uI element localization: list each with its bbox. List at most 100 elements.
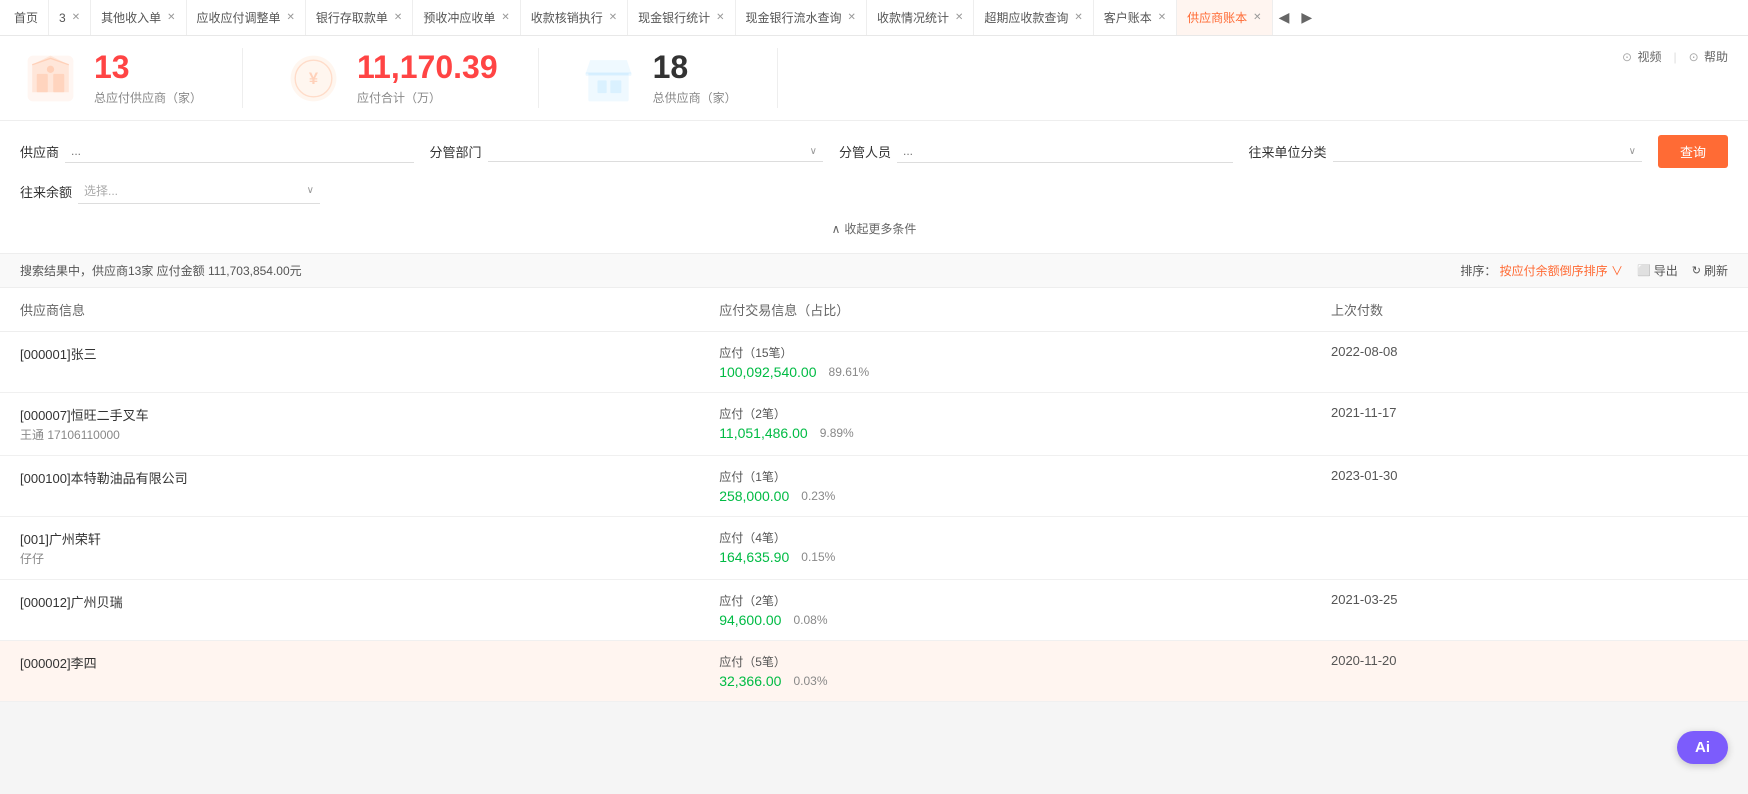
nav-label-ar-ap-adjust: 应收应付调整单 <box>197 9 281 26</box>
tx-amount[interactable]: 94,600.00 <box>719 612 781 628</box>
ai-button-container: Ai <box>1677 731 1728 764</box>
nav-close-receipt-stat[interactable]: ✕ <box>955 12 963 23</box>
balance-select-wrapper[interactable]: 选择... ∨ <box>78 178 320 204</box>
payable-amount-number: 11,170.39 <box>357 50 498 85</box>
filter-row-1: 供应商 分管部门 ∨ 分管人员 往来单位分类 ∨ 查询 <box>20 135 1728 168</box>
last-payment-date: 2020-11-20 <box>1331 653 1397 668</box>
tx-cell: 应付（1笔）258,000.000.23% <box>699 456 1311 517</box>
category-select-wrapper[interactable]: ∨ <box>1333 142 1642 162</box>
tx-amount[interactable]: 100,092,540.00 <box>719 364 816 380</box>
nav-item-other-income[interactable]: 其他收入单 ✕ <box>91 0 186 35</box>
nav-close-supplier-ledger[interactable]: ✕ <box>1253 12 1261 23</box>
nav-label-cash-bank-stat: 现金银行统计 <box>638 9 710 26</box>
nav-close-bank-deposit[interactable]: ✕ <box>394 12 402 23</box>
nav-arrow-left[interactable]: ◀ <box>1273 9 1296 26</box>
tx-cell: 应付（5笔）32,366.000.03% <box>699 641 1311 702</box>
last-payment-date: 2021-03-25 <box>1331 592 1398 607</box>
supplier-link[interactable]: [001]广州荣轩 <box>20 532 101 547</box>
supplier-link[interactable]: [000007]恒旺二手叉车 <box>20 408 149 423</box>
supplier-link[interactable]: [000100]本特勒油品有限公司 <box>20 471 188 486</box>
help-link[interactable]: ⊙ 帮助 <box>1689 48 1728 65</box>
collapse-icon: ∧ <box>832 222 841 236</box>
nav-item-prepay-offset[interactable]: 预收冲应收单 ✕ <box>413 0 520 35</box>
collapse-bar[interactable]: ∧ 收起更多条件 <box>20 214 1728 243</box>
nav-item-receipt-verify[interactable]: 收款核销执行 ✕ <box>521 0 628 35</box>
category-label: 往来单位分类 <box>1249 142 1327 161</box>
person-input[interactable] <box>897 140 1232 163</box>
ai-button[interactable]: Ai <box>1677 731 1728 764</box>
sort-chevron-icon: ∨ <box>1611 264 1623 278</box>
table-row: [000012]广州贝瑞 应付（2笔） 94,600.00 0.08% 2021-03-… <box>0 580 1748 641</box>
supplier-label: 供应商 <box>20 142 59 161</box>
svg-text:¥: ¥ <box>308 70 318 88</box>
tx-amount[interactable]: 11,051,486.00 <box>719 425 808 441</box>
nav-item-customer-ledger[interactable]: 客户账本 ✕ <box>1094 0 1177 35</box>
total-suppliers-number: 18 <box>653 50 737 85</box>
nav-close-cash-flow-query[interactable]: ✕ <box>848 12 856 23</box>
tx-type-label: 应付（2笔） <box>719 592 1291 609</box>
last-payment-cell <box>1311 517 1748 580</box>
tx-type-label: 应付（2笔） <box>719 405 1291 422</box>
nav-close-cash-bank-stat[interactable]: ✕ <box>716 12 724 23</box>
nav-close-tab3[interactable]: ✕ <box>72 12 80 23</box>
tx-percent: 0.15% <box>801 550 835 564</box>
table-body: [000001]张三应付（15笔）100,092,540.0089.61%202… <box>0 332 1748 702</box>
tx-amount[interactable]: 164,635.90 <box>719 549 789 565</box>
last-payment-date: 2021-11-17 <box>1331 405 1397 420</box>
supplier-link[interactable]: [000002]李四 <box>20 656 97 671</box>
nav-close-receipt-verify[interactable]: ✕ <box>609 12 617 23</box>
last-payment-cell: 2023-01-30 <box>1311 456 1748 517</box>
export-button[interactable]: ⬜ 导出 <box>1637 262 1678 279</box>
payable-suppliers-info: 13 总应付供应商（家） <box>94 50 202 106</box>
nav-label-cash-flow-query: 现金银行流水查询 <box>746 9 842 26</box>
nav-close-other-income[interactable]: ✕ <box>167 12 175 23</box>
nav-label-home: 首页 <box>14 9 38 26</box>
nav-item-overdue-ar[interactable]: 超期应收款查询 ✕ <box>974 0 1093 35</box>
supplier-link[interactable]: [000012]广州贝瑞 <box>20 595 123 610</box>
data-table: 供应商信息 应付交易信息（占比） 上次付数 [000001]张三应付（15笔）1… <box>0 288 1748 702</box>
nav-item-bank-deposit[interactable]: 银行存取款单 ✕ <box>306 0 413 35</box>
filter-dept: 分管部门 ∨ <box>430 142 824 162</box>
dept-chevron-icon: ∨ <box>810 146 817 157</box>
col-tx-info: 应付交易信息（占比） <box>699 288 1311 332</box>
nav-close-ar-ap-adjust[interactable]: ✕ <box>287 12 295 23</box>
tx-amount[interactable]: 32,366.00 <box>719 673 781 689</box>
supplier-cell: [000007]恒旺二手叉车王通 17106110000 <box>0 393 699 456</box>
video-link[interactable]: ⊙ 视频 <box>1622 48 1661 65</box>
nav-close-customer-ledger[interactable]: ✕ <box>1158 12 1166 23</box>
sort-value[interactable]: 按应付余额倒序排序 ∨ <box>1500 264 1623 278</box>
col-supplier-info: 供应商信息 <box>0 288 699 332</box>
filter-balance: 往来余额 选择... ∨ <box>20 178 320 204</box>
nav-label-prepay-offset: 预收冲应收单 <box>423 9 495 26</box>
nav-item-supplier-ledger[interactable]: 供应商账本 ✕ <box>1177 0 1272 35</box>
nav-item-tab3[interactable]: 3 ✕ <box>49 0 91 35</box>
supplier-input[interactable] <box>65 140 413 163</box>
filter-person: 分管人员 <box>839 140 1233 163</box>
sort-label: 排序： 按应付余额倒序排序 ∨ <box>1460 262 1623 279</box>
supplier-cell: [000002]李四 <box>0 641 699 702</box>
nav-label-supplier-ledger: 供应商账本 <box>1187 9 1247 26</box>
collapse-label: 收起更多条件 <box>844 220 916 237</box>
nav-item-ar-ap-adjust[interactable]: 应收应付调整单 ✕ <box>187 0 306 35</box>
nav-item-receipt-stat[interactable]: 收款情况统计 ✕ <box>867 0 974 35</box>
tx-type-label: 应付（5笔） <box>719 653 1291 670</box>
supplier-cell: [000001]张三 <box>0 332 699 393</box>
nav-close-overdue-ar[interactable]: ✕ <box>1074 12 1082 23</box>
nav-item-cash-bank-stat[interactable]: 现金银行统计 ✕ <box>628 0 735 35</box>
nav-arrow-right[interactable]: ▶ <box>1295 9 1318 26</box>
tx-percent: 0.08% <box>793 613 827 627</box>
payable-amount-info: 11,170.39 应付合计（万） <box>357 50 498 106</box>
query-button[interactable]: 查询 <box>1658 135 1728 168</box>
tx-cell: 应付（4笔）164,635.900.15% <box>699 517 1311 580</box>
refresh-button[interactable]: ↻ 刷新 <box>1692 262 1728 279</box>
nav-close-prepay-offset[interactable]: ✕ <box>501 12 509 23</box>
total-suppliers-label: 总供应商（家） <box>653 89 737 106</box>
nav-item-cash-flow-query[interactable]: 现金银行流水查询 ✕ <box>736 0 867 35</box>
tx-amount[interactable]: 258,000.00 <box>719 488 789 504</box>
balance-chevron-icon: ∨ <box>307 185 314 196</box>
dept-select-wrapper[interactable]: ∨ <box>488 142 823 162</box>
supplier-link[interactable]: [000001]张三 <box>20 347 97 362</box>
nav-item-home[interactable]: 首页 <box>4 0 49 35</box>
refresh-icon: ↻ <box>1692 264 1701 277</box>
last-payment-date: 2022-08-08 <box>1331 344 1398 359</box>
